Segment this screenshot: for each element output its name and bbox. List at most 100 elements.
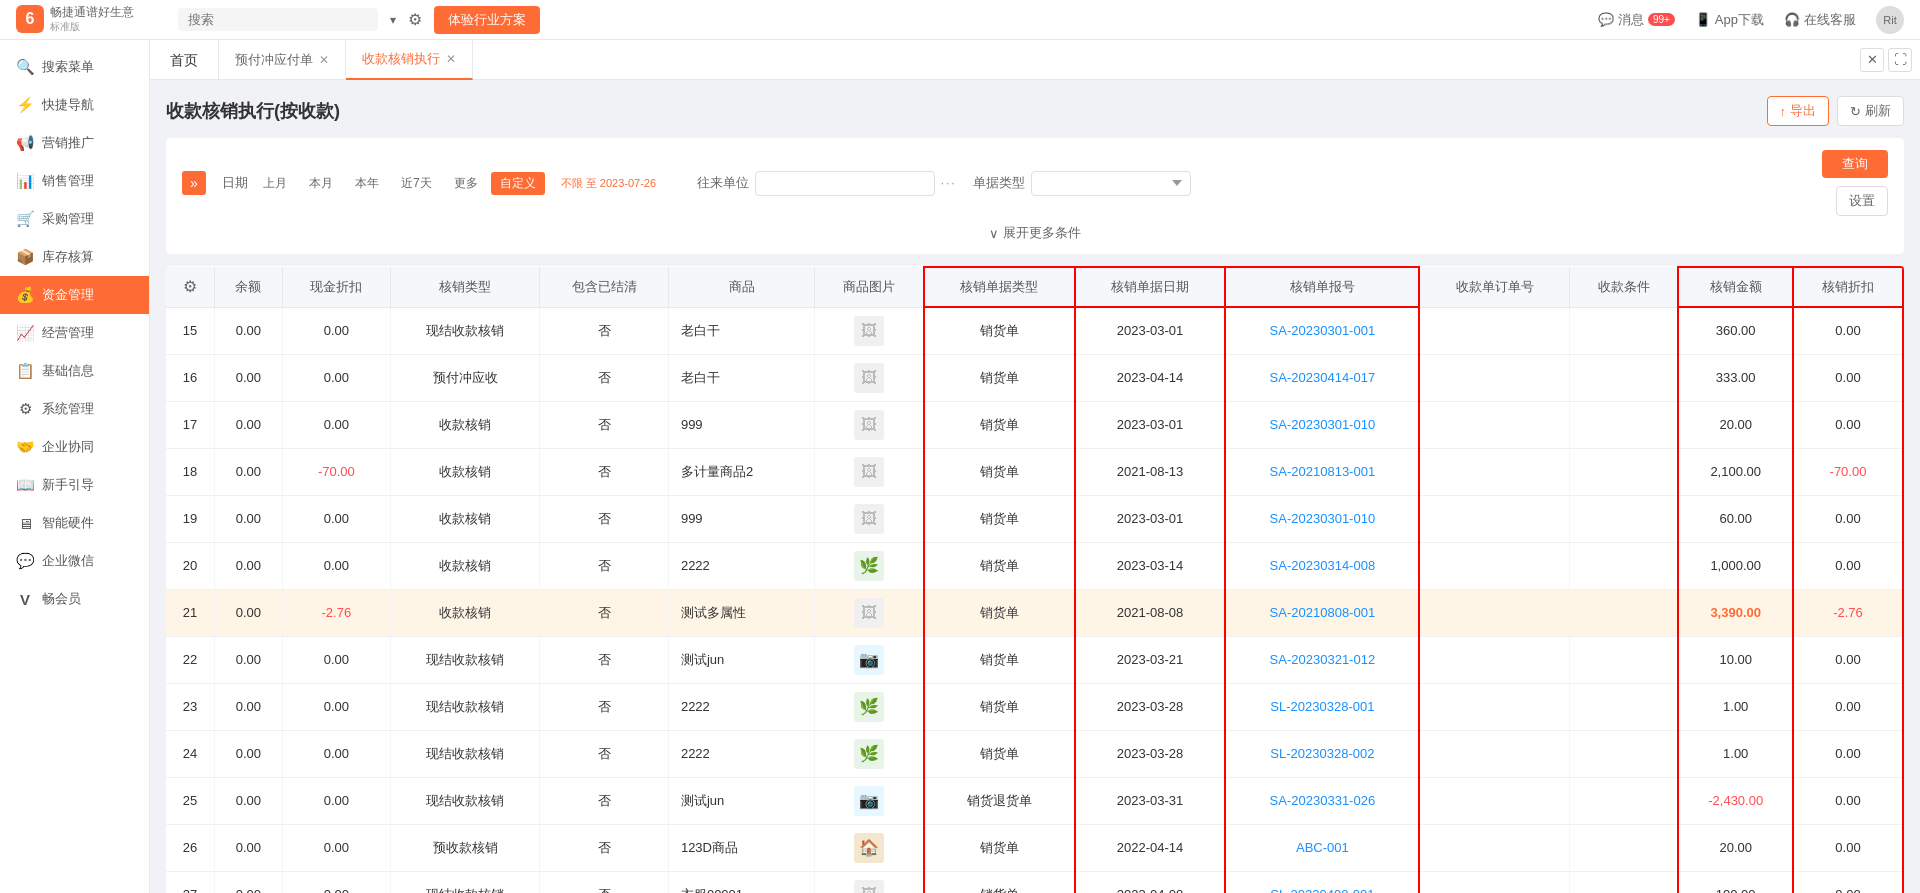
- table-row: 23 0.00 0.00 现结收款核销 否 2222 🌿 销货单 2023-03…: [166, 683, 1903, 730]
- sidebar-item-marketing[interactable]: 📢 营销推广: [0, 124, 149, 162]
- table-row: 20 0.00 0.00 收款核销 否 2222 🌿 销货单 2023-03-1…: [166, 542, 1903, 589]
- sidebar-item-search[interactable]: 🔍 搜索菜单: [0, 48, 149, 86]
- sidebar-item-hardware[interactable]: 🖥 智能硬件: [0, 504, 149, 542]
- date-btn-this-year[interactable]: 本年: [346, 172, 388, 195]
- verify-bill-no-link[interactable]: SA-20230314-008: [1270, 558, 1376, 573]
- query-button[interactable]: 查询: [1822, 150, 1888, 178]
- message-item[interactable]: 💬 消息 99+: [1598, 11, 1675, 29]
- guide-icon: 📖: [16, 476, 34, 494]
- cell-verify-discount: 0.00: [1793, 401, 1903, 448]
- sidebar-item-guide[interactable]: 📖 新手引导: [0, 466, 149, 504]
- col-verify-type: 核销类型: [390, 267, 539, 307]
- cell-verify-discount: 0.00: [1793, 307, 1903, 354]
- sidebar-label-purchase: 采购管理: [42, 210, 94, 228]
- from-unit-more[interactable]: ···: [941, 176, 957, 190]
- date-btn-last-month[interactable]: 上月: [254, 172, 296, 195]
- tab-prepay[interactable]: 预付冲应付单 ✕: [219, 40, 346, 80]
- cell-verify-bill-no: SL-20230328-002: [1225, 730, 1419, 777]
- user-item[interactable]: Rit: [1876, 6, 1904, 34]
- product-img: 🖼: [854, 363, 884, 393]
- verify-bill-no-link[interactable]: SA-20230331-026: [1270, 793, 1376, 808]
- cell-product-img: 🌿: [815, 683, 924, 730]
- cell-verify-amount: 20.00: [1678, 824, 1793, 871]
- verify-bill-no-link[interactable]: SA-20230414-017: [1270, 370, 1376, 385]
- cell-num: 17: [166, 401, 215, 448]
- table-row: 22 0.00 0.00 现结收款核销 否 测试jun 📷 销货单 2023-0…: [166, 636, 1903, 683]
- verify-bill-no-link[interactable]: ABC-001: [1296, 840, 1349, 855]
- cell-verify-bill-type: 销货单: [924, 495, 1075, 542]
- top-search-input[interactable]: [178, 8, 378, 31]
- sidebar-item-finance[interactable]: 💰 资金管理: [0, 276, 149, 314]
- filter-right-actions: 查询 设置: [1822, 150, 1888, 216]
- export-button[interactable]: ↑ 导出: [1767, 96, 1830, 126]
- cell-balance: 0.00: [215, 401, 283, 448]
- app-name: 畅捷通谱好生意: [50, 5, 134, 19]
- verify-bill-no-link[interactable]: SL-20230408-001: [1270, 887, 1374, 893]
- date-btn-more[interactable]: 更多: [445, 172, 487, 195]
- cell-receipt-order-no: [1419, 401, 1569, 448]
- verify-bill-no-link[interactable]: SA-20230301-010: [1270, 511, 1376, 526]
- expand-window-btn[interactable]: ⛶: [1888, 48, 1912, 72]
- date-btn-this-month[interactable]: 本月: [300, 172, 342, 195]
- layout: 🔍 搜索菜单 ⚡ 快捷导航 📢 营销推广 📊 销售管理 🛒 采购管理 📦 库存核…: [0, 40, 1920, 893]
- cell-product-img: 📷: [815, 777, 924, 824]
- cell-verify-bill-date: 2023-04-08: [1075, 871, 1226, 893]
- col-verify-discount: 核销折扣: [1793, 267, 1903, 307]
- sidebar-item-basic[interactable]: 📋 基础信息: [0, 352, 149, 390]
- cell-verify-bill-no: SA-20210808-001: [1225, 589, 1419, 636]
- date-btn-custom[interactable]: 自定义: [491, 172, 545, 195]
- cell-receipt-order-no: [1419, 542, 1569, 589]
- expand-more-btn[interactable]: ∨ 展开更多条件: [989, 224, 1081, 242]
- cell-balance: 0.00: [215, 542, 283, 589]
- date-btn-7days[interactable]: 近7天: [392, 172, 441, 195]
- table-row: 16 0.00 0.00 预付冲应收 否 老白干 🖼 销货单 2023-04-1…: [166, 354, 1903, 401]
- verify-bill-no-link[interactable]: SA-20210808-001: [1270, 605, 1376, 620]
- search-dropdown-icon[interactable]: ▾: [390, 13, 396, 27]
- cell-verify-type: 现结收款核销: [390, 730, 539, 777]
- verify-bill-no-link[interactable]: SA-20230301-010: [1270, 417, 1376, 432]
- filter-expand-btn[interactable]: »: [182, 171, 206, 195]
- verify-bill-no-link[interactable]: SL-20230328-001: [1270, 699, 1374, 714]
- sidebar-item-member[interactable]: V 畅会员: [0, 580, 149, 618]
- sidebar-item-collab[interactable]: 🤝 企业协同: [0, 428, 149, 466]
- online-service-item[interactable]: 🎧 在线客服: [1784, 11, 1856, 29]
- tab-verify-close[interactable]: ✕: [446, 52, 456, 66]
- refresh-button[interactable]: ↻ 刷新: [1837, 96, 1904, 126]
- col-settings-icon[interactable]: ⚙: [183, 278, 197, 295]
- cell-product: 2222: [668, 730, 814, 777]
- verify-bill-no-link[interactable]: SA-20230321-012: [1270, 652, 1376, 667]
- sidebar-item-inventory[interactable]: 📦 库存核算: [0, 238, 149, 276]
- cell-verify-bill-no: SA-20210813-001: [1225, 448, 1419, 495]
- cell-verify-bill-type: 销货单: [924, 401, 1075, 448]
- cell-include-settled: 否: [540, 307, 669, 354]
- purchase-icon: 🛒: [16, 210, 34, 228]
- table-row: 19 0.00 0.00 收款核销 否 999 🖼 销货单 2023-03-01…: [166, 495, 1903, 542]
- tab-home[interactable]: 首页: [150, 40, 219, 80]
- shortcut-icon: ⚡: [16, 96, 34, 114]
- settings-icon[interactable]: ⚙: [408, 10, 422, 29]
- settings-small-button[interactable]: 设置: [1836, 186, 1888, 216]
- app-download-item[interactable]: 📱 App下载: [1695, 11, 1764, 29]
- cell-product: 999: [668, 495, 814, 542]
- cell-product-img: 🖼: [815, 401, 924, 448]
- sidebar-item-system[interactable]: ⚙ 系统管理: [0, 390, 149, 428]
- verify-bill-no-link[interactable]: SL-20230328-002: [1270, 746, 1374, 761]
- cell-verify-bill-type: 销货单: [924, 824, 1075, 871]
- cell-verify-discount: 0.00: [1793, 871, 1903, 893]
- col-settings[interactable]: ⚙: [166, 267, 215, 307]
- sidebar-item-sales[interactable]: 📊 销售管理: [0, 162, 149, 200]
- tab-verify[interactable]: 收款核销执行 ✕: [346, 40, 473, 80]
- close-window-btn[interactable]: ✕: [1860, 48, 1884, 72]
- sidebar-item-wechat[interactable]: 💬 企业微信: [0, 542, 149, 580]
- sidebar-item-shortcut[interactable]: ⚡ 快捷导航: [0, 86, 149, 124]
- col-product: 商品: [668, 267, 814, 307]
- page-content: 收款核销执行(按收款) ↑ 导出 ↻ 刷新 » 日期: [150, 80, 1920, 893]
- from-unit-input[interactable]: [755, 171, 935, 196]
- industry-button[interactable]: 体验行业方案: [434, 6, 540, 34]
- tab-prepay-close[interactable]: ✕: [319, 53, 329, 67]
- voucher-type-select[interactable]: [1031, 171, 1191, 196]
- verify-bill-no-link[interactable]: SA-20210813-001: [1270, 464, 1376, 479]
- sidebar-item-purchase[interactable]: 🛒 采购管理: [0, 200, 149, 238]
- verify-bill-no-link[interactable]: SA-20230301-001: [1270, 323, 1376, 338]
- sidebar-item-management[interactable]: 📈 经营管理: [0, 314, 149, 352]
